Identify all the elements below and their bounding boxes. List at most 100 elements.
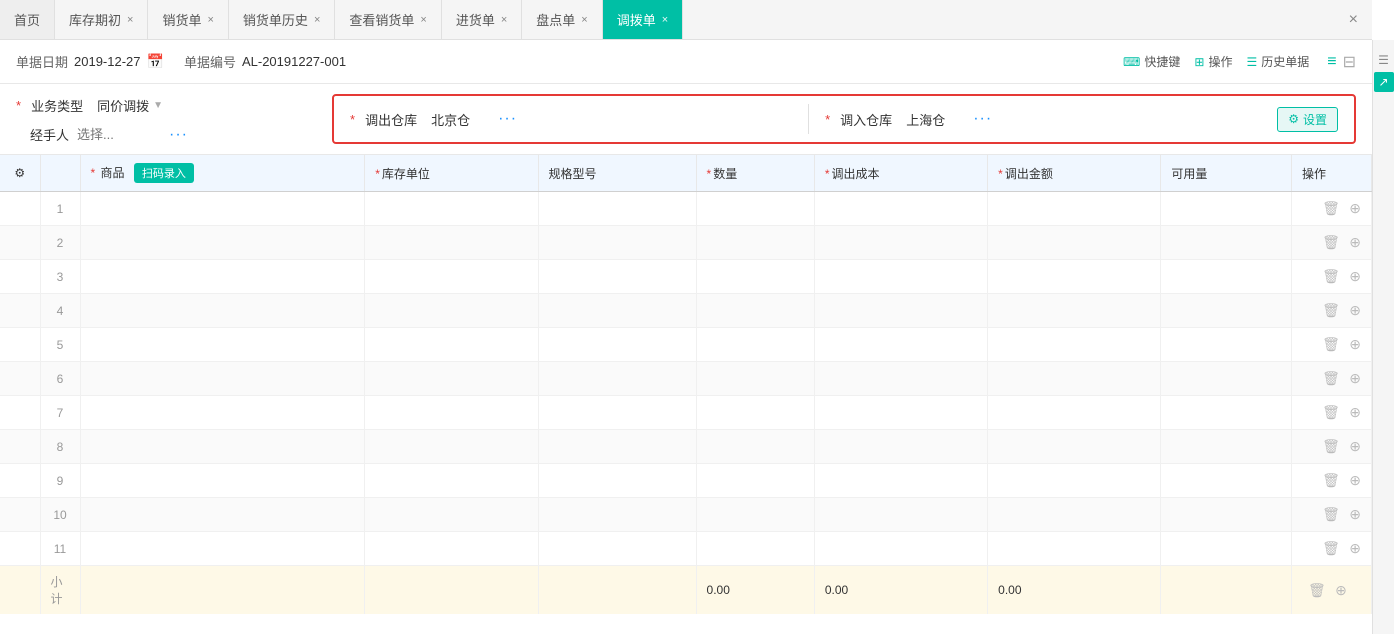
tab-bar-close-btn[interactable]: × <box>1335 11 1372 29</box>
row-unit-10[interactable] <box>365 498 538 532</box>
tab-view-sales-close[interactable]: × <box>420 14 426 26</box>
row-unit-9[interactable] <box>365 464 538 498</box>
row-qty-6[interactable] <box>696 362 814 396</box>
row-amount-4[interactable] <box>988 294 1161 328</box>
row-available-8[interactable] <box>1161 430 1292 464</box>
row-available-2[interactable] <box>1161 226 1292 260</box>
row-spec-3[interactable] <box>538 260 696 294</box>
row-available-5[interactable] <box>1161 328 1292 362</box>
row-qty-7[interactable] <box>696 396 814 430</box>
row-product-4[interactable] <box>80 294 365 328</box>
copy-icon-11[interactable]: ⊕ <box>1349 540 1361 556</box>
row-cost-6[interactable] <box>814 362 987 396</box>
row-amount-1[interactable] <box>988 192 1161 226</box>
row-available-1[interactable] <box>1161 192 1292 226</box>
row-spec-7[interactable] <box>538 396 696 430</box>
tab-sales-order-close[interactable]: × <box>207 14 213 26</box>
row-qty-10[interactable] <box>696 498 814 532</box>
row-spec-4[interactable] <box>538 294 696 328</box>
row-amount-2[interactable] <box>988 226 1161 260</box>
history-btn[interactable]: ☰ 历史单据 <box>1246 53 1309 70</box>
row-unit-5[interactable] <box>365 328 538 362</box>
row-available-10[interactable] <box>1161 498 1292 532</box>
row-unit-2[interactable] <box>365 226 538 260</box>
row-product-8[interactable] <box>80 430 365 464</box>
row-spec-8[interactable] <box>538 430 696 464</box>
sidebar-list-icon[interactable]: ☰ <box>1374 50 1394 70</box>
row-product-6[interactable] <box>80 362 365 396</box>
tab-sales-order[interactable]: 销货单 × <box>148 0 228 39</box>
copy-icon-8[interactable]: ⊕ <box>1349 438 1361 454</box>
row-cost-5[interactable] <box>814 328 987 362</box>
row-amount-8[interactable] <box>988 430 1161 464</box>
copy-icon-1[interactable]: ⊕ <box>1349 200 1361 216</box>
row-available-9[interactable] <box>1161 464 1292 498</box>
row-qty-3[interactable] <box>696 260 814 294</box>
row-cost-7[interactable] <box>814 396 987 430</box>
row-qty-11[interactable] <box>696 532 814 566</box>
row-unit-8[interactable] <box>365 430 538 464</box>
row-spec-11[interactable] <box>538 532 696 566</box>
row-product-3[interactable] <box>80 260 365 294</box>
tab-view-sales[interactable]: 查看销货单 × <box>335 0 441 39</box>
row-unit-11[interactable] <box>365 532 538 566</box>
delete-icon-6[interactable]: 🗑 <box>1322 370 1340 386</box>
row-product-11[interactable] <box>80 532 365 566</box>
row-available-6[interactable] <box>1161 362 1292 396</box>
shortcuts-btn[interactable]: ⌨ 快捷键 <box>1123 53 1180 70</box>
tab-sales-history[interactable]: 销货单历史 × <box>229 0 335 39</box>
subtotal-copy-icon[interactable]: ⊕ <box>1335 582 1347 598</box>
row-cost-9[interactable] <box>814 464 987 498</box>
delete-icon-9[interactable]: 🗑 <box>1322 472 1340 488</box>
row-spec-5[interactable] <box>538 328 696 362</box>
delete-icon-8[interactable]: 🗑 <box>1322 438 1340 454</box>
row-product-1[interactable] <box>80 192 365 226</box>
delete-icon-11[interactable]: 🗑 <box>1322 540 1340 556</box>
sidebar-external-icon[interactable]: ↗ <box>1374 72 1394 92</box>
row-unit-7[interactable] <box>365 396 538 430</box>
delete-icon-5[interactable]: 🗑 <box>1322 336 1340 352</box>
delete-icon-2[interactable]: 🗑 <box>1322 234 1340 250</box>
row-available-3[interactable] <box>1161 260 1292 294</box>
handler-input[interactable] <box>77 127 157 142</box>
subtotal-delete-icon[interactable]: 🗑 <box>1308 582 1326 598</box>
row-cost-11[interactable] <box>814 532 987 566</box>
row-spec-10[interactable] <box>538 498 696 532</box>
tab-inventory-init[interactable]: 库存期初 × <box>55 0 148 39</box>
row-cost-8[interactable] <box>814 430 987 464</box>
copy-icon-9[interactable]: ⊕ <box>1349 472 1361 488</box>
row-product-9[interactable] <box>80 464 365 498</box>
row-amount-9[interactable] <box>988 464 1161 498</box>
row-spec-6[interactable] <box>538 362 696 396</box>
tab-transfer[interactable]: 调拨单 × <box>603 0 683 39</box>
delete-icon-1[interactable]: 🗑 <box>1322 200 1340 216</box>
copy-icon-6[interactable]: ⊕ <box>1349 370 1361 386</box>
row-amount-10[interactable] <box>988 498 1161 532</box>
handler-more-btn[interactable]: ··· <box>165 126 192 144</box>
row-product-7[interactable] <box>80 396 365 430</box>
business-type-dropdown[interactable]: 同价调拨 ▼ <box>91 94 169 117</box>
row-amount-5[interactable] <box>988 328 1161 362</box>
gear-icon[interactable]: ⚙ <box>14 166 25 180</box>
copy-icon-7[interactable]: ⊕ <box>1349 404 1361 420</box>
row-cost-2[interactable] <box>814 226 987 260</box>
row-cost-10[interactable] <box>814 498 987 532</box>
row-amount-6[interactable] <box>988 362 1161 396</box>
delete-icon-10[interactable]: 🗑 <box>1322 506 1340 522</box>
copy-icon-3[interactable]: ⊕ <box>1349 268 1361 284</box>
row-qty-9[interactable] <box>696 464 814 498</box>
tab-purchase-close[interactable]: × <box>501 14 507 26</box>
calendar-icon[interactable]: 📅 <box>147 53 164 70</box>
row-product-2[interactable] <box>80 226 365 260</box>
row-qty-5[interactable] <box>696 328 814 362</box>
row-available-7[interactable] <box>1161 396 1292 430</box>
delete-icon-3[interactable]: 🗑 <box>1322 268 1340 284</box>
row-available-4[interactable] <box>1161 294 1292 328</box>
tab-transfer-close[interactable]: × <box>662 14 668 26</box>
row-spec-2[interactable] <box>538 226 696 260</box>
form-settings-btn[interactable]: ⚙ 设置 <box>1277 107 1338 132</box>
row-spec-9[interactable] <box>538 464 696 498</box>
layout-icon-1[interactable]: ≡ <box>1327 53 1336 71</box>
row-cost-3[interactable] <box>814 260 987 294</box>
row-amount-3[interactable] <box>988 260 1161 294</box>
